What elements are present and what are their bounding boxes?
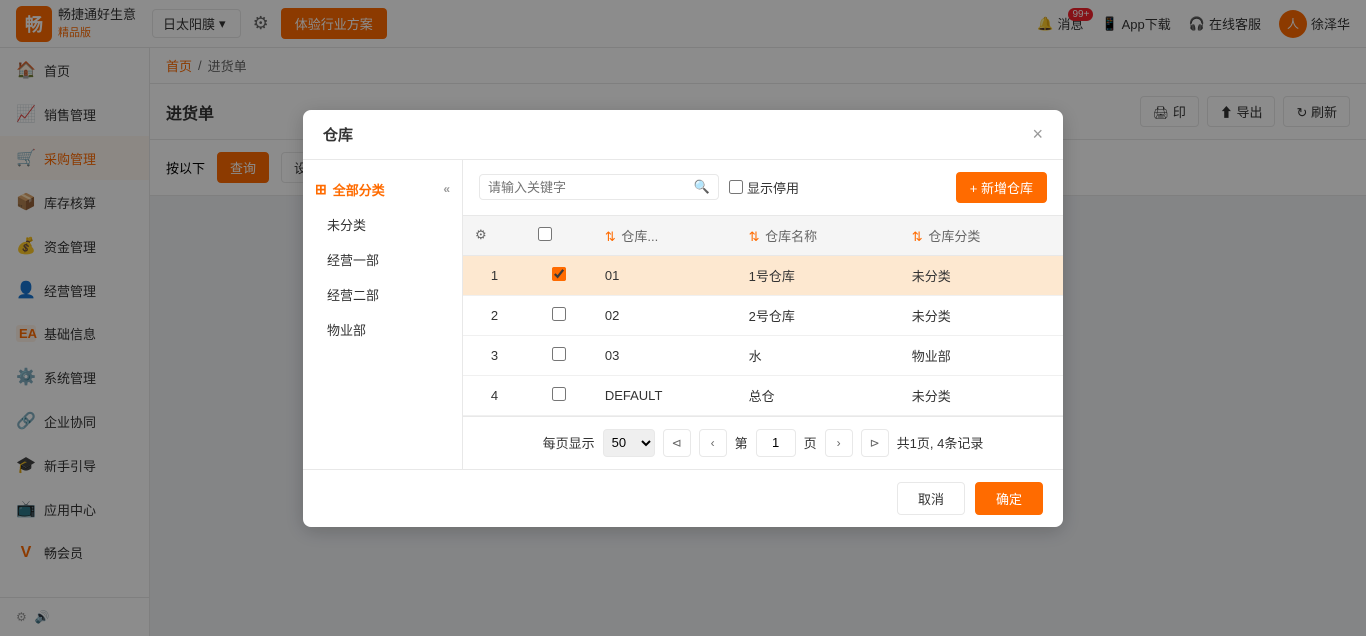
collapse-icon[interactable]: «	[443, 182, 450, 196]
row-checkbox[interactable]	[526, 375, 593, 415]
modal-header: 仓库 ×	[303, 110, 1063, 160]
sort-icon-category: ⇅	[912, 229, 923, 244]
modal-title: 仓库	[323, 124, 353, 145]
col-name-label: 仓库名称	[765, 229, 817, 244]
row-code: 01	[593, 255, 737, 295]
table-head-row: ⚙ ⇅ 仓库... ⇅	[463, 216, 1063, 256]
grid-icon: ⊞	[315, 181, 327, 198]
row-code: 03	[593, 335, 737, 375]
modal-toolbar: 🔍 显示停用 + 新增仓库	[463, 160, 1063, 216]
col-code-label: 仓库...	[621, 229, 658, 244]
all-categories-item[interactable]: ⊞ 全部分类 «	[303, 172, 462, 207]
row-code: DEFAULT	[593, 375, 737, 415]
cat-item-dept1[interactable]: 经营一部	[303, 242, 462, 277]
modal-overlay: 仓库 × ⊞ 全部分类 « 未分类 经营一部 经营二部 物业部	[0, 0, 1366, 636]
row-name: 总仓	[737, 375, 900, 415]
confirm-button[interactable]: 确定	[975, 482, 1043, 515]
warehouse-modal: 仓库 × ⊞ 全部分类 « 未分类 经营一部 经营二部 物业部	[303, 110, 1063, 527]
cat-item-dept2[interactable]: 经营二部	[303, 277, 462, 312]
page-next-btn[interactable]: ›	[825, 429, 853, 457]
cat-item-unclassified[interactable]: 未分类	[303, 207, 462, 242]
search-input[interactable]	[488, 180, 690, 195]
modal-footer: 取消 确定	[303, 469, 1063, 527]
modal-category-sidebar: ⊞ 全部分类 « 未分类 经营一部 经营二部 物业部	[303, 160, 463, 469]
col-gear: ⚙	[463, 216, 526, 256]
show-disabled-label[interactable]: 显示停用	[729, 178, 799, 197]
cat-item-property[interactable]: 物业部	[303, 312, 462, 347]
row-checkbox[interactable]	[526, 295, 593, 335]
sort-icon-name: ⇅	[749, 229, 760, 244]
modal-body: ⊞ 全部分类 « 未分类 经营一部 经营二部 物业部 🔍	[303, 160, 1063, 469]
row-name: 2号仓库	[737, 295, 900, 335]
per-page-label: 每页显示	[543, 433, 595, 452]
row-checkbox[interactable]	[526, 255, 593, 295]
table-head: ⚙ ⇅ 仓库... ⇅	[463, 216, 1063, 256]
col-category-label: 仓库分类	[928, 229, 980, 244]
modal-main: 🔍 显示停用 + 新增仓库 ⚙	[463, 160, 1063, 469]
row-category: 未分类	[900, 375, 1063, 415]
warehouse-table: ⚙ ⇅ 仓库... ⇅	[463, 216, 1063, 416]
page-prev-btn[interactable]: ‹	[699, 429, 727, 457]
table-row[interactable]: 2 02 2号仓库 未分类	[463, 295, 1063, 335]
settings-col-icon: ⚙	[475, 227, 487, 242]
row-checkbox[interactable]	[526, 335, 593, 375]
col-category: ⇅ 仓库分类	[900, 216, 1063, 256]
all-categories-label: 全部分类	[333, 180, 385, 199]
page-label: 第	[735, 433, 748, 452]
table-row[interactable]: 3 03 水 物业部	[463, 335, 1063, 375]
row-category: 物业部	[900, 335, 1063, 375]
row-id: 2	[463, 295, 526, 335]
total-label: 共1页, 4条记录	[897, 433, 984, 452]
table-container: ⚙ ⇅ 仓库... ⇅	[463, 216, 1063, 416]
show-disabled-checkbox[interactable]	[729, 180, 743, 194]
search-box: 🔍	[479, 174, 719, 200]
show-disabled-text: 显示停用	[747, 178, 799, 197]
row-name: 水	[737, 335, 900, 375]
row-id: 1	[463, 255, 526, 295]
page-first-btn[interactable]: ⊲	[663, 429, 691, 457]
search-icon[interactable]: 🔍	[694, 179, 710, 195]
close-icon[interactable]: ×	[1032, 125, 1043, 143]
table-body: 1 01 1号仓库 未分类 2 02 2号仓库 未分类 3 03 水 物业部 4…	[463, 255, 1063, 415]
sort-icon-code: ⇅	[605, 229, 616, 244]
page-unit: 页	[804, 433, 817, 452]
row-id: 4	[463, 375, 526, 415]
row-category: 未分类	[900, 255, 1063, 295]
row-name: 1号仓库	[737, 255, 900, 295]
row-category: 未分类	[900, 295, 1063, 335]
per-page-select[interactable]: 50 10 20 100	[603, 429, 655, 457]
add-warehouse-btn[interactable]: + 新增仓库	[956, 172, 1047, 203]
select-all-checkbox[interactable]	[538, 227, 552, 241]
col-name: ⇅ 仓库名称	[737, 216, 900, 256]
col-code: ⇅ 仓库...	[593, 216, 737, 256]
page-last-btn[interactable]: ⊳	[861, 429, 889, 457]
page-input[interactable]	[756, 429, 796, 457]
pagination: 每页显示 50 10 20 100 ⊲ ‹ 第 页 › ⊳ 共1页, 4条记录	[463, 416, 1063, 469]
table-row[interactable]: 4 DEFAULT 总仓 未分类	[463, 375, 1063, 415]
cancel-button[interactable]: 取消	[897, 482, 965, 515]
row-code: 02	[593, 295, 737, 335]
col-checkbox	[526, 216, 593, 256]
table-row[interactable]: 1 01 1号仓库 未分类	[463, 255, 1063, 295]
row-id: 3	[463, 335, 526, 375]
